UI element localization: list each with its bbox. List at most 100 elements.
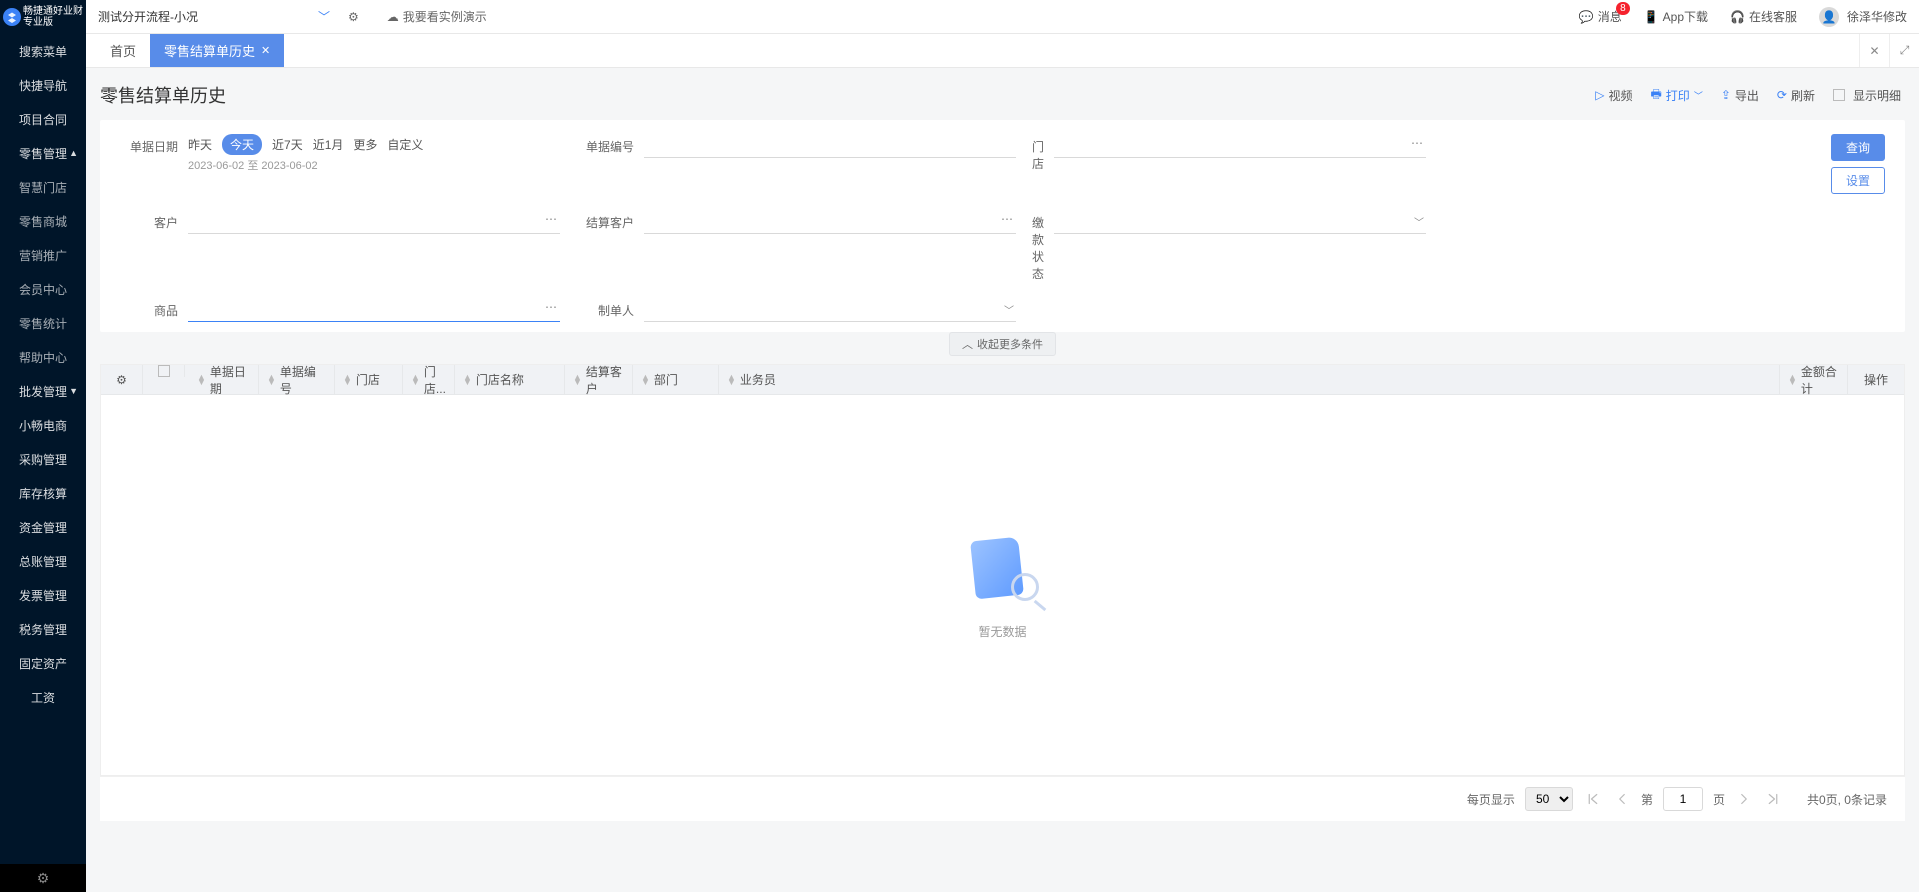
th-date[interactable]: ▲▼单据日期 (189, 365, 259, 394)
sidebar-item-search[interactable]: 搜索菜单 (0, 34, 86, 68)
page-prefix: 第 (1641, 791, 1653, 808)
filter-label-refund: 缴款状态 (1032, 210, 1054, 282)
th-store[interactable]: ▲▼门店 (335, 365, 403, 394)
close-all-icon[interactable]: ✕ (1859, 34, 1889, 67)
checkbox-icon (158, 365, 170, 377)
gear-icon[interactable]: ⚙ (348, 10, 359, 24)
process-selector[interactable]: 测试分开流程-小况 ﹀ (98, 8, 330, 25)
filter-label-docno: 单据编号 (576, 134, 644, 155)
show-detail-toggle[interactable]: 显示明细 (1833, 87, 1901, 104)
ellipsis-icon[interactable]: ⋯ (1411, 136, 1424, 150)
sidebar-item-fund[interactable]: 资金管理 (0, 510, 86, 544)
date-tag-yesterday[interactable]: 昨天 (188, 136, 212, 153)
sidebar-sub-stats[interactable]: 零售统计 (0, 306, 86, 340)
online-service-button[interactable]: 🎧 在线客服 (1730, 8, 1797, 25)
filter-panel: 单据日期 昨天 今天 近7天 近1月 更多 自定义 2023-06-02 至 2… (100, 120, 1905, 332)
sidebar-sub-marketing[interactable]: 营销推广 (0, 238, 86, 272)
th-store-ext[interactable]: ▲▼门店... (403, 365, 455, 394)
prev-page-icon[interactable] (1613, 793, 1631, 805)
date-tag-more[interactable]: 更多 (353, 136, 377, 153)
collapse-more-button[interactable]: ︿ 收起更多条件 (949, 332, 1056, 356)
sidebar-item-salary[interactable]: 工资 (0, 680, 86, 714)
sidebar-item-wholesale[interactable]: 批发管理 ▼ (0, 374, 86, 408)
tab-retail-settlement-history[interactable]: 零售结算单历史 ✕ (150, 34, 284, 67)
user-menu[interactable]: 👤 徐泽华修改 (1819, 7, 1907, 27)
docno-input[interactable] (644, 134, 1016, 158)
message-badge: 8 (1616, 2, 1630, 15)
print-button[interactable]: 🖶打印﹀ (1650, 85, 1702, 106)
filter-customer: 客户 ⋯ (120, 210, 576, 282)
sidebar-item-ecommerce[interactable]: 小畅电商 (0, 408, 86, 442)
app-download-button[interactable]: 📱 App下载 (1644, 8, 1708, 25)
next-page-icon[interactable] (1735, 793, 1753, 805)
th-dept[interactable]: ▲▼部门 (633, 365, 719, 394)
app-download-label: App下载 (1663, 8, 1708, 25)
sidebar-item-invoice[interactable]: 发票管理 (0, 578, 86, 612)
sidebar-item-fixed-asset[interactable]: 固定资产 (0, 646, 86, 680)
fullscreen-icon[interactable]: ⤢ (1889, 34, 1919, 67)
refund-status-input[interactable]: ﹀ (1054, 210, 1426, 234)
filter-label-customer: 客户 (120, 210, 188, 231)
chevron-down-icon[interactable]: ﹀ (1414, 214, 1424, 229)
th-gear[interactable]: ⚙ (101, 365, 143, 394)
last-page-icon[interactable] (1763, 793, 1783, 805)
date-tag-custom[interactable]: 自定义 (387, 136, 423, 153)
export-button[interactable]: ⇪导出 (1721, 87, 1759, 104)
sort-icon: ▲▼ (727, 375, 736, 385)
settings-button[interactable]: 设置 (1831, 167, 1885, 194)
sidebar-item-quicknav[interactable]: 快捷导航 (0, 68, 86, 102)
tab-label: 零售结算单历史 (164, 41, 255, 60)
th-docno[interactable]: ▲▼单据编号 (259, 365, 335, 394)
th-operation: 操作 (1848, 365, 1904, 394)
first-page-icon[interactable] (1583, 793, 1603, 805)
ellipsis-icon[interactable]: ⋯ (545, 300, 558, 314)
brand-logo: 畅捷通好业财专业版 (0, 0, 86, 34)
sort-icon: ▲▼ (573, 375, 582, 385)
gear-icon[interactable]: ⚙ (37, 870, 50, 887)
sidebar-item-label: 批发管理 (19, 383, 67, 400)
chevron-down-icon: ﹀ (1694, 89, 1703, 102)
sidebar-item-project[interactable]: 项目合同 (0, 102, 86, 136)
date-tag-last7[interactable]: 近7天 (272, 136, 303, 153)
date-range-text: 2023-06-02 至 2023-06-02 (188, 157, 560, 173)
page-input[interactable] (1663, 787, 1703, 811)
page-suffix: 页 (1713, 791, 1725, 808)
refresh-button[interactable]: ⟳刷新 (1777, 87, 1815, 104)
date-tag-today[interactable]: 今天 (222, 134, 262, 155)
sidebar-item-inventory[interactable]: 库存核算 (0, 476, 86, 510)
sidebar-item-purchase[interactable]: 采购管理 (0, 442, 86, 476)
sidebar-item-ledger[interactable]: 总账管理 (0, 544, 86, 578)
sidebar-item-tax[interactable]: 税务管理 (0, 612, 86, 646)
maker-input[interactable]: ﹀ (644, 298, 1016, 322)
sidebar-sub-help[interactable]: 帮助中心 (0, 340, 86, 374)
th-amount[interactable]: ▲▼金额合计 (1780, 365, 1848, 394)
main: 测试分开流程-小况 ﹀ ⚙ ☁ 我要看实例演示 💬 消息 8 📱 App下载 🎧… (86, 0, 1919, 892)
search-button[interactable]: 查询 (1831, 134, 1885, 161)
sort-icon: ▲▼ (641, 375, 650, 385)
customer-input[interactable]: ⋯ (188, 210, 560, 234)
sidebar-sub-member[interactable]: 会员中心 (0, 272, 86, 306)
ellipsis-icon[interactable]: ⋯ (1001, 212, 1014, 226)
th-checkbox[interactable] (143, 365, 185, 377)
close-icon[interactable]: ✕ (261, 44, 270, 57)
settle-customer-input[interactable]: ⋯ (644, 210, 1016, 234)
mobile-icon: 📱 (1644, 10, 1659, 24)
filter-maker: 制单人 ﹀ (576, 298, 1032, 322)
sidebar-item-retail[interactable]: 零售管理 ▲ (0, 136, 86, 170)
message-button[interactable]: 💬 消息 8 (1579, 8, 1622, 25)
product-input[interactable]: ⋯ (188, 298, 560, 322)
sort-icon: ▲▼ (463, 375, 472, 385)
sidebar-sub-smartstore[interactable]: 智慧门店 (0, 170, 86, 204)
per-page-select[interactable]: 50 (1525, 787, 1573, 811)
store-input[interactable]: ⋯ (1054, 134, 1426, 158)
date-tag-last1m[interactable]: 近1月 (313, 136, 344, 153)
th-sales[interactable]: ▲▼业务员 (719, 365, 1780, 394)
video-button[interactable]: ▷视频 (1595, 87, 1632, 104)
th-settle-customer[interactable]: ▲▼结算客户 (565, 365, 633, 394)
demo-link[interactable]: ☁ 我要看实例演示 (387, 8, 487, 25)
chevron-down-icon[interactable]: ﹀ (1004, 302, 1014, 317)
ellipsis-icon[interactable]: ⋯ (545, 212, 558, 226)
th-store-name[interactable]: ▲▼门店名称 (455, 365, 565, 394)
sidebar-sub-mall[interactable]: 零售商城 (0, 204, 86, 238)
tab-home[interactable]: 首页 (96, 34, 150, 67)
